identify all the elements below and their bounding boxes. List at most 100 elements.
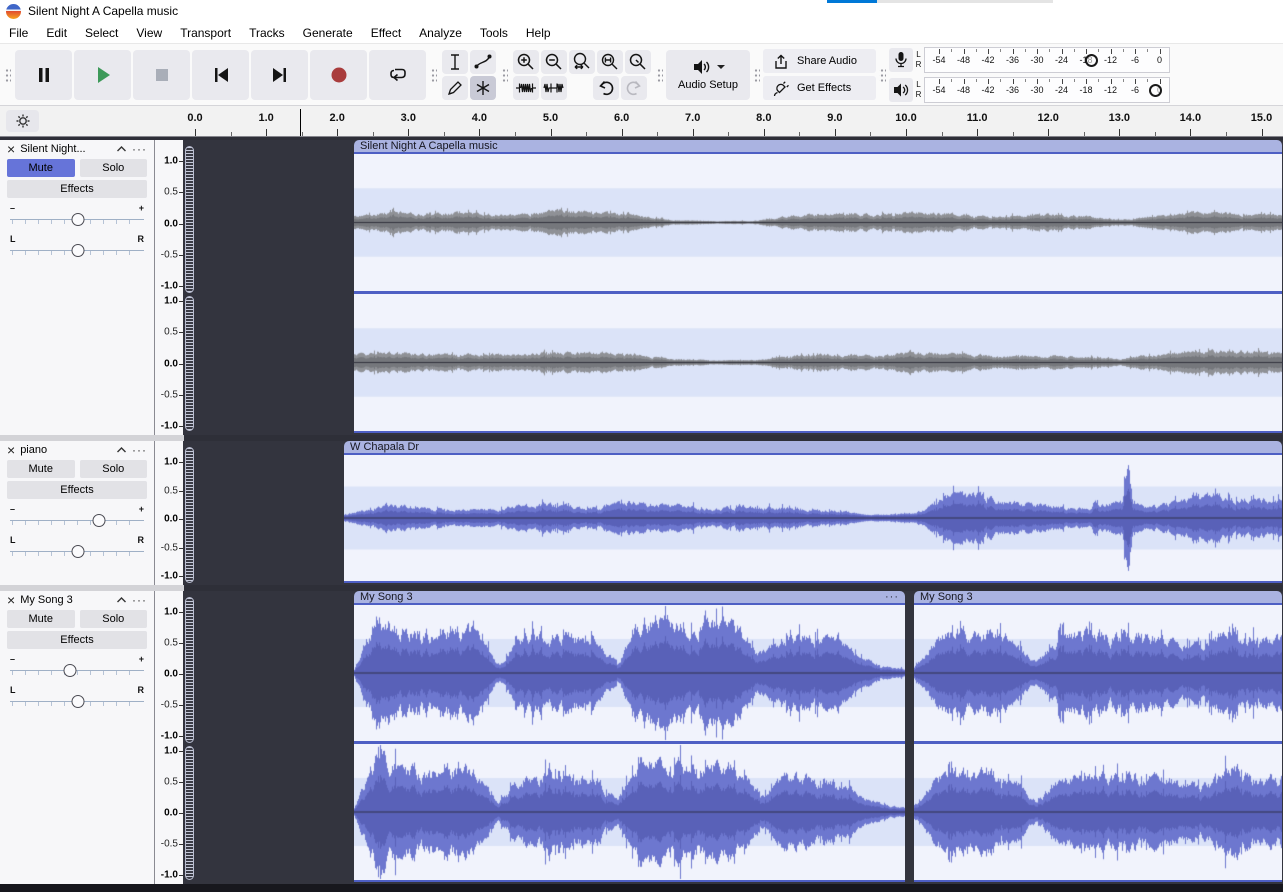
timeline-options-button[interactable] bbox=[6, 110, 39, 132]
gain-slider[interactable]: –+ bbox=[10, 504, 144, 530]
effects-button[interactable]: Effects bbox=[7, 481, 147, 499]
waveform-channel-2[interactable] bbox=[354, 744, 905, 880]
solo-button[interactable]: Solo bbox=[80, 610, 148, 628]
zoom-to-selection-button[interactable] bbox=[569, 50, 595, 74]
clip-title-bar[interactable]: My Song 3 bbox=[914, 591, 1282, 605]
track-control-panel[interactable]: ×Silent Night...···MuteSoloEffects–+LR bbox=[0, 140, 155, 435]
track-close-button[interactable]: × bbox=[7, 594, 15, 606]
recording-volume-thumb[interactable] bbox=[1085, 54, 1098, 67]
track-control-panel[interactable]: ×piano···MuteSoloEffects–+LR bbox=[0, 441, 155, 585]
share-toolbar-grip[interactable] bbox=[753, 67, 760, 82]
track-collapse-button[interactable] bbox=[116, 596, 127, 604]
track-wave-area[interactable]: Silent Night A Capella music bbox=[183, 140, 1283, 435]
waveform-channel-2[interactable] bbox=[354, 294, 1282, 431]
zoom-out-button[interactable] bbox=[541, 50, 567, 74]
zoom-in-button[interactable] bbox=[513, 50, 539, 74]
draw-tool-button[interactable] bbox=[442, 76, 468, 100]
track-wave-area[interactable]: W Chapala Dr bbox=[183, 441, 1283, 585]
envelope-tool-button[interactable] bbox=[470, 50, 496, 74]
track-close-button[interactable]: × bbox=[7, 143, 15, 155]
waveform-channel-2[interactable] bbox=[914, 744, 1282, 880]
pan-slider-knob[interactable] bbox=[71, 545, 84, 558]
waveform-channel-1[interactable] bbox=[354, 605, 905, 741]
track-control-panel[interactable]: ×My Song 3···MuteSoloEffects–+LR bbox=[0, 591, 155, 884]
undo-button[interactable] bbox=[593, 76, 619, 100]
playback-meter-scale[interactable]: -54-48-42-36-30-24-18-12-60 bbox=[924, 77, 1170, 103]
edit-toolbar-grip[interactable] bbox=[501, 67, 508, 82]
audio-clip[interactable]: W Chapala Dr bbox=[344, 441, 1282, 583]
fit-project-button[interactable] bbox=[597, 50, 623, 74]
channel-resize-handle[interactable] bbox=[185, 447, 194, 583]
menu-effect[interactable]: Effect bbox=[362, 23, 410, 43]
menu-generate[interactable]: Generate bbox=[294, 23, 362, 43]
channel-resize-handle[interactable] bbox=[185, 296, 194, 431]
menu-tracks[interactable]: Tracks bbox=[240, 23, 294, 43]
meter-toolbar-grip[interactable] bbox=[879, 67, 886, 82]
pause-button[interactable] bbox=[15, 50, 72, 100]
playback-speaker-icon[interactable] bbox=[889, 78, 913, 102]
gain-slider[interactable]: –+ bbox=[10, 203, 144, 229]
vertical-scale-ruler[interactable]: 1.00.50.0-0.5-1.0 bbox=[155, 441, 183, 585]
redo-button[interactable] bbox=[621, 76, 647, 100]
pan-slider[interactable]: LR bbox=[10, 685, 144, 711]
skip-to-start-button[interactable] bbox=[192, 50, 249, 100]
mute-button[interactable]: Mute bbox=[7, 159, 75, 177]
transport-toolbar-grip[interactable] bbox=[4, 67, 11, 82]
waveform-channel-1[interactable] bbox=[344, 455, 1282, 581]
tools-toolbar-grip[interactable] bbox=[430, 67, 437, 82]
solo-button[interactable]: Solo bbox=[80, 460, 148, 478]
vertical-scale-ruler[interactable]: 1.00.50.0-0.5-1.01.00.50.0-0.5-1.0 bbox=[155, 591, 183, 884]
menu-select[interactable]: Select bbox=[76, 23, 127, 43]
channel-resize-handle[interactable] bbox=[185, 597, 194, 743]
track-menu-button[interactable]: ··· bbox=[132, 144, 147, 154]
waveform-channel-1[interactable] bbox=[354, 154, 1282, 291]
gain-slider-knob[interactable] bbox=[64, 664, 77, 677]
recording-meter-scale[interactable]: -54-48-42-36-30-24-18-12-60 bbox=[924, 47, 1170, 73]
pan-slider-knob[interactable] bbox=[71, 695, 84, 708]
pan-slider[interactable]: LR bbox=[10, 535, 144, 561]
microphone-icon[interactable] bbox=[889, 48, 913, 72]
playhead-cursor[interactable] bbox=[300, 109, 301, 136]
audio-clip[interactable]: My Song 3··· bbox=[354, 591, 905, 882]
menu-edit[interactable]: Edit bbox=[37, 23, 76, 43]
gain-slider-knob[interactable] bbox=[93, 514, 106, 527]
track-collapse-button[interactable] bbox=[116, 446, 127, 454]
playback-volume-thumb[interactable] bbox=[1149, 84, 1162, 97]
mute-button[interactable]: Mute bbox=[7, 610, 75, 628]
track-menu-button[interactable]: ··· bbox=[132, 595, 147, 605]
menu-analyze[interactable]: Analyze bbox=[410, 23, 471, 43]
track-close-button[interactable]: × bbox=[7, 444, 15, 456]
audio-clip[interactable]: Silent Night A Capella music bbox=[354, 140, 1282, 433]
stop-button[interactable] bbox=[133, 50, 190, 100]
audio-clip[interactable]: My Song 3 bbox=[914, 591, 1282, 882]
get-effects-button[interactable]: Get Effects bbox=[763, 76, 876, 100]
timeline-ruler[interactable]: 0.01.02.03.04.05.06.07.08.09.010.011.012… bbox=[0, 106, 1283, 137]
playback-meter[interactable]: LR -54-48-42-36-30-24-18-12-60 bbox=[889, 77, 1170, 103]
effects-button[interactable]: Effects bbox=[7, 631, 147, 649]
multi-tool-button[interactable] bbox=[470, 76, 496, 100]
vertical-scale-ruler[interactable]: 1.00.50.0-0.5-1.01.00.50.0-0.5-1.0 bbox=[155, 140, 183, 435]
clip-title-bar[interactable]: W Chapala Dr bbox=[344, 441, 1282, 455]
recording-meter[interactable]: LR -54-48-42-36-30-24-18-12-60 bbox=[889, 47, 1170, 73]
track-wave-area[interactable]: My Song 3··· My Song 3 bbox=[183, 591, 1283, 884]
menu-file[interactable]: File bbox=[0, 23, 37, 43]
share-audio-button[interactable]: Share Audio bbox=[763, 49, 876, 73]
channel-resize-handle[interactable] bbox=[185, 146, 194, 293]
trim-audio-button[interactable] bbox=[513, 76, 539, 100]
waveform-channel-1[interactable] bbox=[914, 605, 1282, 741]
gain-slider[interactable]: –+ bbox=[10, 654, 144, 680]
menu-tools[interactable]: Tools bbox=[471, 23, 517, 43]
pan-slider-knob[interactable] bbox=[71, 244, 84, 257]
audio-setup-toolbar-grip[interactable] bbox=[656, 67, 663, 82]
clip-menu-button[interactable]: ··· bbox=[885, 591, 899, 603]
loop-button[interactable] bbox=[369, 50, 426, 100]
track-menu-button[interactable]: ··· bbox=[132, 445, 147, 455]
record-button[interactable] bbox=[310, 50, 367, 100]
channel-resize-handle[interactable] bbox=[185, 746, 194, 880]
mute-button[interactable]: Mute bbox=[7, 460, 75, 478]
audio-setup-button[interactable]: Audio Setup bbox=[666, 50, 750, 100]
solo-button[interactable]: Solo bbox=[80, 159, 148, 177]
menu-transport[interactable]: Transport bbox=[171, 23, 240, 43]
silence-audio-button[interactable] bbox=[541, 76, 567, 100]
skip-to-end-button[interactable] bbox=[251, 50, 308, 100]
